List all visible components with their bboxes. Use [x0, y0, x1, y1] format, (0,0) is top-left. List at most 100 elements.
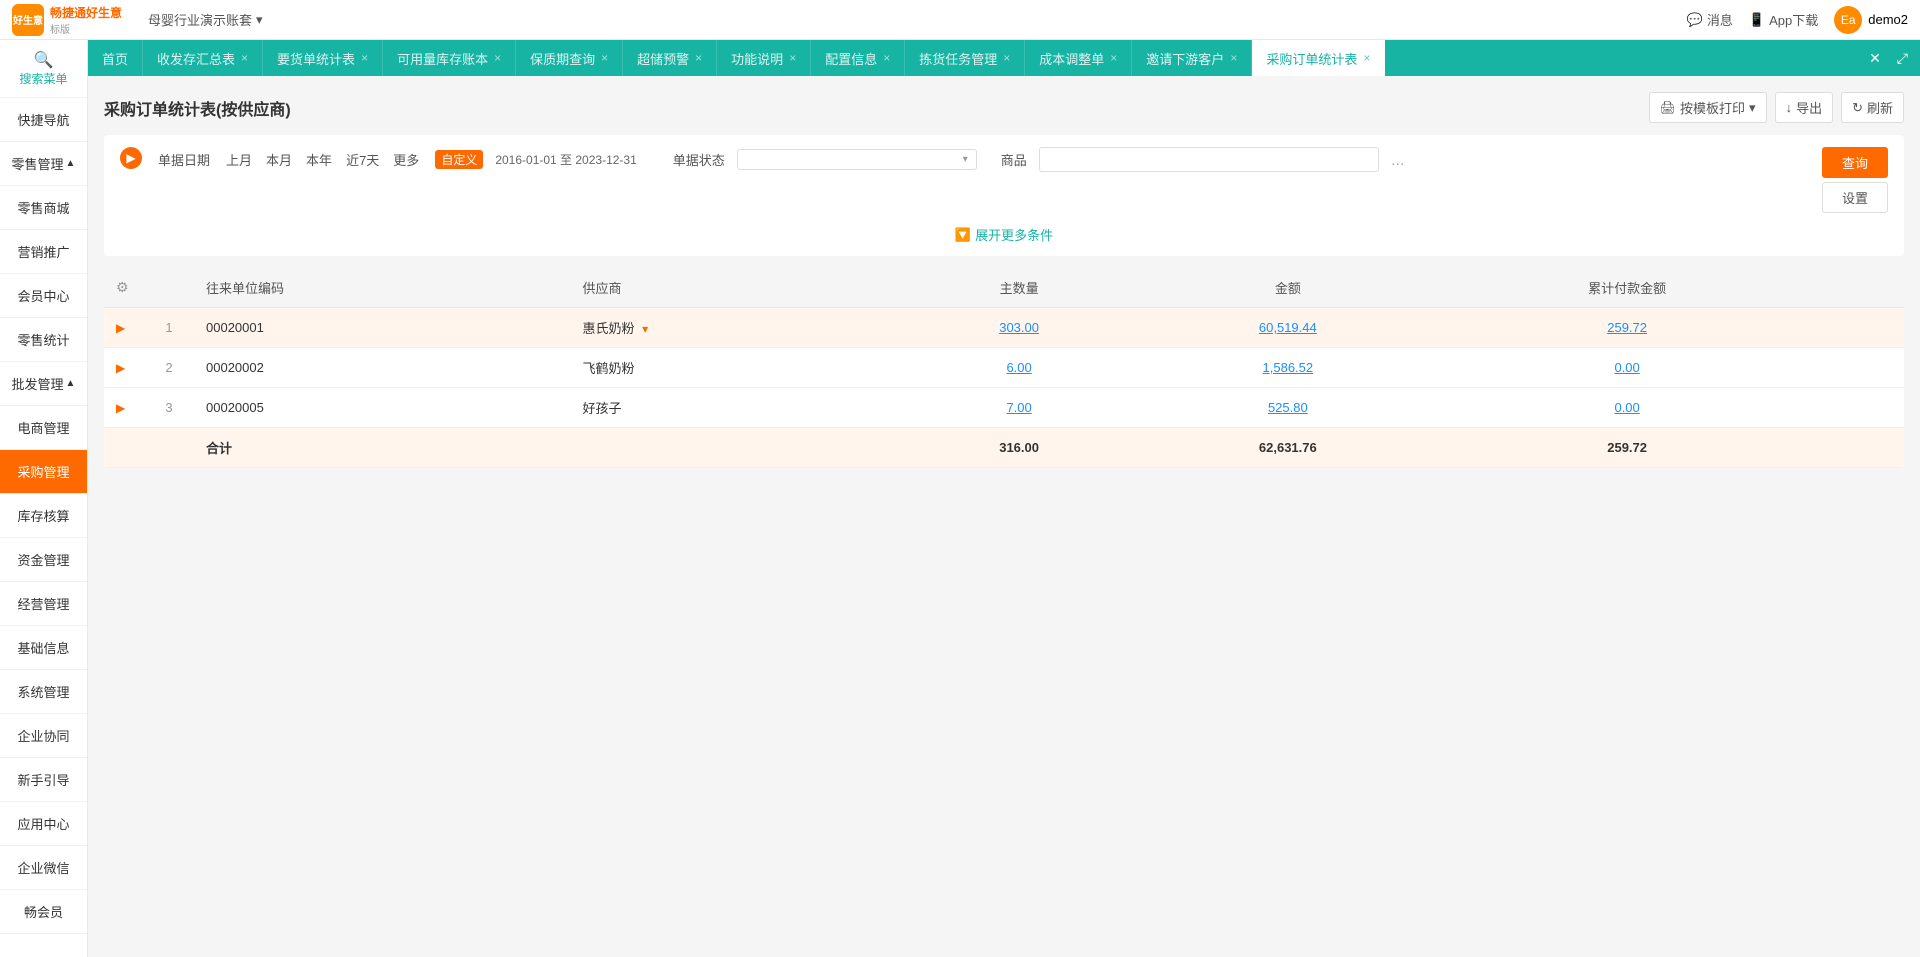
- paid-link[interactable]: 259.72: [1607, 320, 1647, 335]
- table-footer-row: 合计 316.00 62,631.76 259.72: [104, 428, 1904, 468]
- row-quantity: 7.00: [901, 388, 1136, 428]
- row-expand-icon[interactable]: ▶: [116, 361, 125, 375]
- status-select[interactable]: ▾: [737, 149, 977, 170]
- amount-link[interactable]: 1,586.52: [1263, 360, 1314, 375]
- refresh-btn[interactable]: ↻ 刷新: [1841, 92, 1904, 123]
- quantity-link[interactable]: 303.00: [999, 320, 1039, 335]
- tab-close-collection[interactable]: ×: [241, 51, 248, 65]
- table-container: ⚙ 往来单位编码 供应商 主数量 金额 累计付款金额 ▶: [104, 268, 1904, 468]
- sidebar-item-retail-shop[interactable]: 零售商城: [0, 186, 87, 230]
- row-amount: 60,519.44: [1137, 308, 1439, 348]
- sidebar-item-marketing[interactable]: 营销推广: [0, 230, 87, 274]
- filter-toggle-btn[interactable]: ▶: [120, 147, 142, 169]
- print-btn[interactable]: 🖨 按模板打印 ▾: [1649, 92, 1767, 123]
- th-extra: [1815, 268, 1904, 308]
- shortcut-this-month[interactable]: 本月: [262, 148, 296, 171]
- nav-tabs: 首页 收发存汇总表 × 要货单统计表 × 可用量库存账本 × 保质期查询 × 超…: [88, 40, 1920, 76]
- sidebar-item-member[interactable]: 会员中心: [0, 274, 87, 318]
- goods-label: 商品: [1001, 150, 1027, 169]
- message-icon: 💬: [1687, 12, 1703, 28]
- tab-close-funcdesc[interactable]: ×: [789, 51, 796, 65]
- sidebar-item-search[interactable]: 🔍 搜索菜单: [0, 40, 87, 98]
- tab-close-available[interactable]: ×: [494, 51, 501, 65]
- sidebar-item-capital[interactable]: 资金管理: [0, 538, 87, 582]
- row-expand-icon[interactable]: ▶: [116, 321, 125, 335]
- sidebar-item-enterprise[interactable]: 企业协同: [0, 714, 87, 758]
- sidebar-item-basic[interactable]: 基础信息: [0, 626, 87, 670]
- goods-more-icon[interactable]: …: [1391, 152, 1405, 168]
- footer-index: [144, 428, 194, 468]
- column-settings-icon[interactable]: ⚙: [116, 279, 129, 295]
- page-content: 采购订单统计表(按供应商) 🖨 按模板打印 ▾ ↓ 导出 ↻ 刷新: [88, 76, 1920, 957]
- paid-link[interactable]: 0.00: [1614, 360, 1639, 375]
- tab-maximize-btn[interactable]: ⤢: [1893, 48, 1912, 69]
- tab-close-all-btn[interactable]: ✕: [1865, 48, 1885, 69]
- sidebar-item-retail-stat[interactable]: 零售统计: [0, 318, 87, 362]
- tab-close-overstock[interactable]: ×: [695, 51, 702, 65]
- sidebar-item-appcenter[interactable]: 应用中心: [0, 802, 87, 846]
- sidebar-item-wholesale[interactable]: 批发管理 ▲: [0, 362, 87, 406]
- expand-conditions-btn[interactable]: 🔽 展开更多条件: [955, 225, 1053, 244]
- tab-home[interactable]: 首页: [88, 40, 143, 76]
- goods-input[interactable]: [1039, 147, 1379, 172]
- tab-costadj[interactable]: 成本调整单 ×: [1025, 40, 1132, 76]
- quantity-link[interactable]: 6.00: [1006, 360, 1031, 375]
- row-expand-icon[interactable]: ▶: [116, 401, 125, 415]
- query-btn[interactable]: 查询: [1822, 147, 1888, 178]
- user-menu[interactable]: Ea demo2: [1834, 6, 1908, 34]
- tab-available[interactable]: 可用量库存账本 ×: [383, 40, 516, 76]
- tab-close-picktask[interactable]: ×: [1003, 51, 1010, 65]
- sidebar-item-ecommerce[interactable]: 电商管理: [0, 406, 87, 450]
- date-shortcuts: 上月 本月 本年 近7天 更多: [222, 148, 423, 171]
- tab-purchase-stat[interactable]: 采购订单统计表 ×: [1252, 40, 1385, 76]
- export-btn[interactable]: ↓ 导出: [1775, 92, 1834, 123]
- sidebar-item-operations[interactable]: 经营管理: [0, 582, 87, 626]
- paid-link[interactable]: 0.00: [1614, 400, 1639, 415]
- table-body: ▶ 1 00020001 惠氏奶粉 ▾ 303.00 60,519.44 259…: [104, 308, 1904, 428]
- tab-close-costadj[interactable]: ×: [1110, 51, 1117, 65]
- workspace-selector[interactable]: 母婴行业演示账套 ▾: [148, 10, 263, 29]
- tab-expiry[interactable]: 保质期查询 ×: [516, 40, 623, 76]
- row-paid: 0.00: [1439, 348, 1816, 388]
- app-download-btn[interactable]: 📱 App下载: [1749, 10, 1818, 29]
- row-quantity: 6.00: [901, 348, 1136, 388]
- sidebar-item-inventory[interactable]: 库存核算: [0, 494, 87, 538]
- row-amount: 1,586.52: [1137, 348, 1439, 388]
- row-expand: ▶: [104, 308, 144, 348]
- shortcut-7days[interactable]: 近7天: [342, 148, 383, 171]
- th-supplier: 供应商: [571, 268, 902, 308]
- amount-link[interactable]: 60,519.44: [1259, 320, 1317, 335]
- tab-invitedown[interactable]: 邀请下游客户 ×: [1132, 40, 1252, 76]
- quantity-link[interactable]: 7.00: [1006, 400, 1031, 415]
- filter-expand-row: 🔽 展开更多条件: [120, 213, 1888, 244]
- amount-link[interactable]: 525.80: [1268, 400, 1308, 415]
- sidebar-item-retail[interactable]: 零售管理 ▲: [0, 142, 87, 186]
- settings-btn[interactable]: 设置: [1822, 182, 1888, 213]
- shortcut-more[interactable]: 更多: [389, 148, 423, 171]
- tab-close-requisition[interactable]: ×: [361, 51, 368, 65]
- tab-requisition[interactable]: 要货单统计表 ×: [263, 40, 383, 76]
- tab-config[interactable]: 配置信息 ×: [811, 40, 905, 76]
- footer-quantity: 316.00: [901, 428, 1136, 468]
- tab-funcdesc[interactable]: 功能说明 ×: [717, 40, 811, 76]
- tab-overstock[interactable]: 超储预警 ×: [623, 40, 717, 76]
- shortcut-last-month[interactable]: 上月: [222, 148, 256, 171]
- tab-collection[interactable]: 收发存汇总表 ×: [143, 40, 263, 76]
- tab-close-purchase-stat[interactable]: ×: [1363, 51, 1370, 65]
- sidebar-item-wechat[interactable]: 企业微信: [0, 846, 87, 890]
- sidebar-item-purchase[interactable]: 采购管理: [0, 450, 87, 494]
- sidebar-item-vip[interactable]: 畅会员: [0, 890, 87, 934]
- row-supplier: 好孩子: [571, 388, 902, 428]
- date-custom-badge[interactable]: 自定义: [435, 150, 483, 169]
- top-right: 💬 消息 📱 App下载 Ea demo2: [1687, 6, 1908, 34]
- sidebar-item-quicknav[interactable]: 快捷导航: [0, 98, 87, 142]
- message-btn[interactable]: 💬 消息: [1687, 10, 1733, 29]
- tab-close-invitedown[interactable]: ×: [1230, 51, 1237, 65]
- sidebar-item-newguide[interactable]: 新手引导: [0, 758, 87, 802]
- tab-picktask[interactable]: 拣货任务管理 ×: [905, 40, 1025, 76]
- tab-close-config[interactable]: ×: [883, 51, 890, 65]
- tab-close-expiry[interactable]: ×: [601, 51, 608, 65]
- shortcut-this-year[interactable]: 本年: [302, 148, 336, 171]
- sidebar-item-system[interactable]: 系统管理: [0, 670, 87, 714]
- export-icon: ↓: [1786, 100, 1793, 115]
